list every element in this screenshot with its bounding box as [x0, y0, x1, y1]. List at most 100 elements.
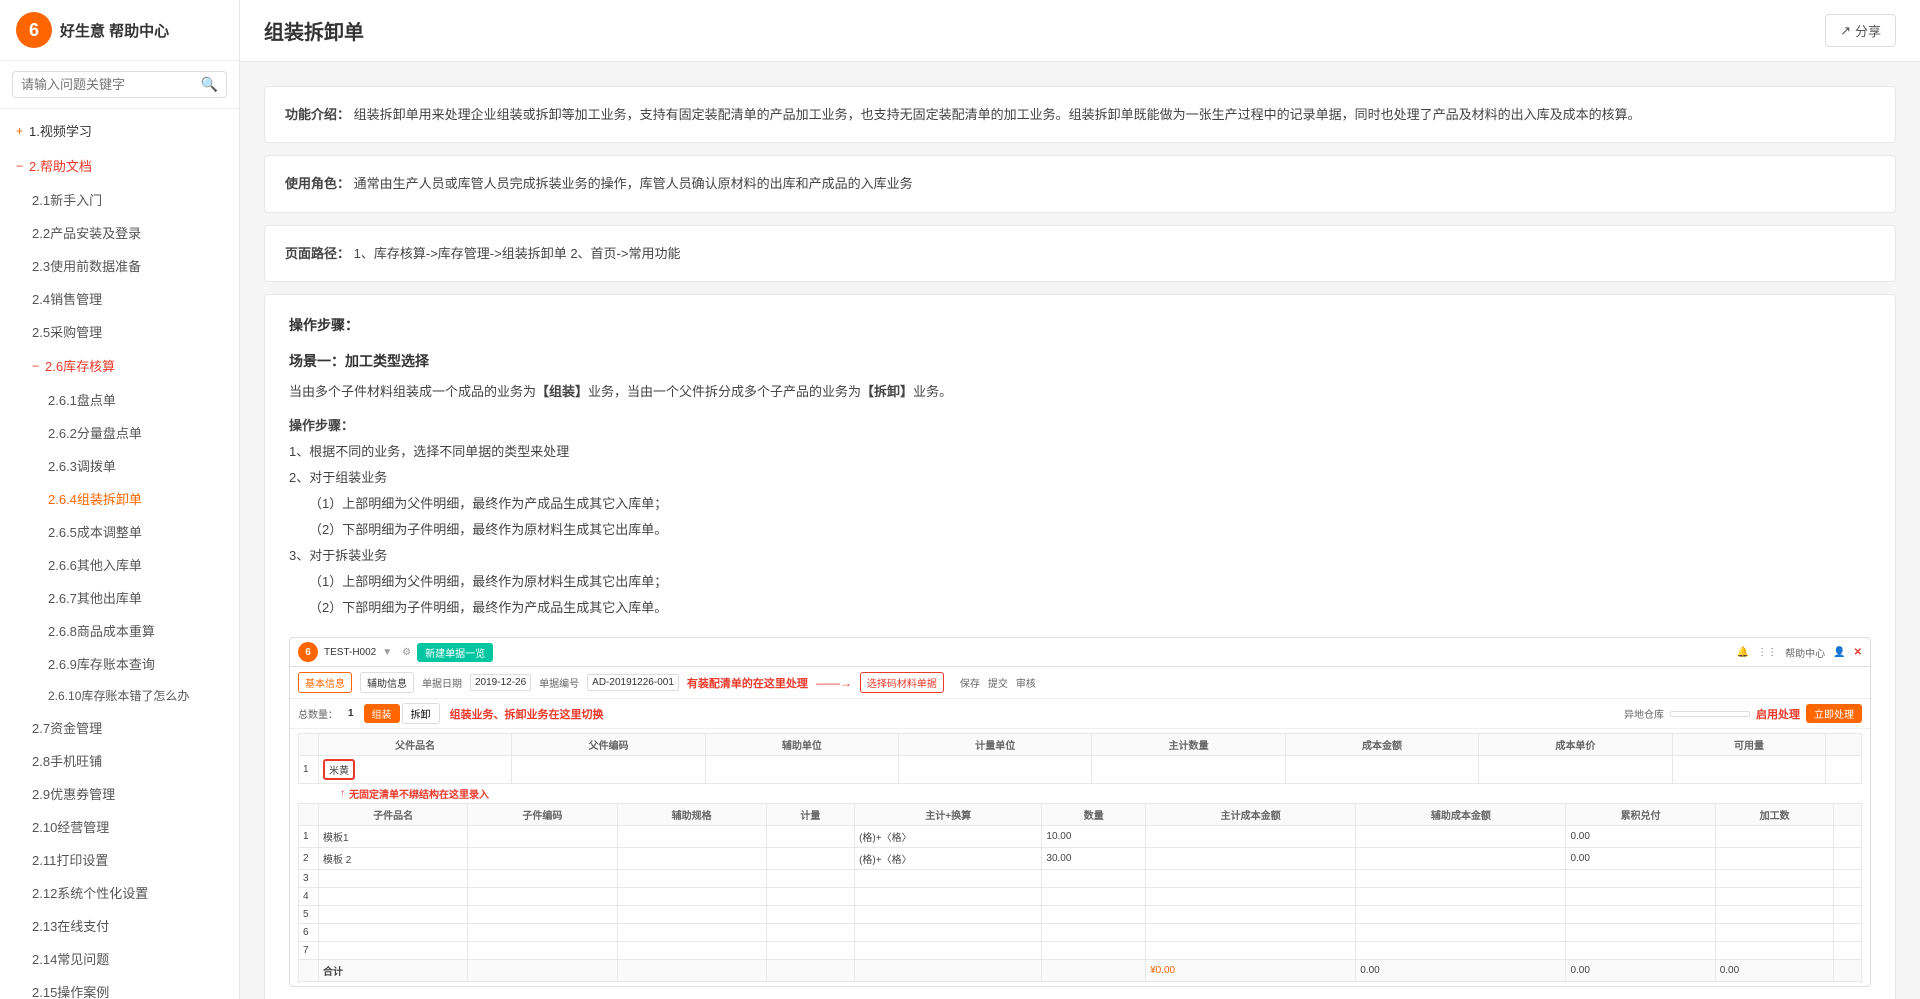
mock-approve-btn[interactable]: 审核	[1016, 675, 1036, 690]
sidebar-item-2-6-5[interactable]: 2.6.5成本调整单	[0, 515, 239, 548]
step3-2: （2）下部明细为子件明细，最终作为产成品生成其它入库单。	[289, 595, 1871, 621]
mock-sub-convert: 主计+换算	[855, 804, 1042, 826]
sidebar-item-2-5[interactable]: 2.5采购管理	[0, 315, 239, 348]
ops-steps-label: 操作步骤：	[289, 413, 1871, 439]
sidebar-item-2-13[interactable]: 2.13在线支付	[0, 909, 239, 942]
ann3-text: 组装业务、拆卸业务在这里切换	[450, 706, 604, 722]
mock-row-1: 1 米黄	[299, 756, 1862, 784]
search-icon: 🔍	[201, 76, 218, 93]
sidebar-item-2-6-10[interactable]: 2.6.10库存账本错了怎么办	[0, 680, 239, 711]
mock-type-row: 总数量： 1 组装 拆卸 组装业务、拆卸业务在这里切换 异地仓库	[290, 699, 1870, 729]
step2-2: （2）下部明细为子件明细，最终作为原材料生成其它出库单。	[289, 517, 1871, 543]
ops-label: 操作步骤：	[289, 315, 1871, 335]
mock-app: 6 TEST-H002 ▼ ⚙ 新建单据一览 🔔 ⋮⋮ 帮助中心 👤 ✕	[290, 638, 1870, 986]
mock-sub-row-3: 3	[299, 870, 1862, 888]
ann1-arrow: ——→	[816, 676, 852, 690]
path-label: 页面路径：	[285, 246, 350, 261]
sidebar-item-2-6-1[interactable]: 2.6.1盘点单	[0, 383, 239, 416]
mock-col-code: 父件编码	[512, 734, 705, 756]
mock-confirm-btn[interactable]: 立即处理	[1806, 704, 1862, 723]
mock-dropdown-icon: ▼	[382, 647, 392, 658]
sidebar-item-2-6[interactable]: − 2.6库存核算	[0, 348, 239, 383]
sidebar-item-2-4[interactable]: 2.4销售管理	[0, 282, 239, 315]
mock-apps-icon: ⋮⋮	[1757, 647, 1777, 658]
mock-sub-row-1: 1模板1(格)+〈格〉10.000.00	[299, 826, 1862, 848]
mock-tab-extra[interactable]: 辅助信息	[360, 672, 414, 693]
mock-date-val[interactable]: 2019-12-26	[470, 674, 531, 691]
mock-col-count: 计量单位	[899, 734, 1092, 756]
sidebar-item-2-1[interactable]: 2.1新手入门	[0, 183, 239, 216]
sidebar-item-2-2[interactable]: 2.2产品安装及登录	[0, 216, 239, 249]
mock-cell-costamt	[1285, 756, 1478, 784]
mock-count-val: 1	[348, 708, 354, 719]
mock-billno-label: 单据编号	[539, 675, 579, 690]
sidebar-item-2-6-3[interactable]: 2.6.3调拨单	[0, 449, 239, 482]
sidebar-item-2-6-9[interactable]: 2.6.9库存账本查询	[0, 647, 239, 680]
ann4-text: 启用处理	[1756, 706, 1800, 722]
mock-col-unit: 辅助单位	[705, 734, 898, 756]
mock-material-label: 异地仓库	[1624, 706, 1664, 721]
sidebar-item-2-6-4[interactable]: 2.6.4组装拆卸单	[0, 482, 239, 515]
sidebar-item-2-6-8[interactable]: 2.6.8商品成本重算	[0, 614, 239, 647]
mock-close-icon[interactable]: ✕	[1854, 647, 1862, 658]
mock-sub-maincost: 主计成本金额	[1146, 804, 1356, 826]
step1: 1、根据不同的业务，选择不同单据的类型来处理	[289, 439, 1871, 465]
mock-right-actions: 异地仓库 启用处理 立即处理	[1624, 704, 1862, 723]
path-block: 页面路径： 1、库存核算->库存管理->组装拆卸单 2、首页->常用功能	[264, 225, 1896, 282]
sidebar-item-2-14[interactable]: 2.14常见问题	[0, 942, 239, 975]
mock-save-btn[interactable]: 保存	[960, 675, 980, 690]
mock-col-name: 父件品名	[319, 734, 512, 756]
mock-settings-icon: ⚙	[402, 647, 411, 658]
mock-select-btn[interactable]: 选择码材料单据	[860, 672, 944, 693]
mock-col-ops	[1826, 734, 1862, 756]
ann5-text: 无固定清单不绑结构在这里录入	[349, 786, 489, 801]
sidebar-item-2-6-7[interactable]: 2.6.7其他出库单	[0, 581, 239, 614]
mock-tab-basic[interactable]: 基本信息	[298, 672, 352, 693]
sidebar-item-2-6-2[interactable]: 2.6.2分量盘点单	[0, 416, 239, 449]
sidebar-item-2-3[interactable]: 2.3使用前数据准备	[0, 249, 239, 282]
step3-1: （1）上部明细为父件明细，最终作为原材料生成其它出库单；	[289, 569, 1871, 595]
content-area: 功能介绍： 组装拆卸单用来处理企业组装或拆卸等加工业务，支持有固定装配清单的产品…	[240, 62, 1920, 999]
sidebar-item-2-10[interactable]: 2.10经营管理	[0, 810, 239, 843]
app-logo: 6	[16, 12, 52, 48]
mock-logo: 6	[298, 642, 318, 662]
mock-disassemble-btn[interactable]: 拆卸	[402, 703, 440, 724]
mock-submit-btn[interactable]: 提交	[988, 675, 1008, 690]
top-bar: 组装拆卸单 ↗ 分享	[240, 0, 1920, 62]
role-block: 使用角色： 通常由生产人员或库管人员完成拆装业务的操作，库管人员确认原材料的出库…	[264, 155, 1896, 212]
sidebar-item-video[interactable]: + 1.视频学习	[0, 113, 239, 148]
mock-sub-measure: 计量	[766, 804, 854, 826]
sidebar-item-2-8[interactable]: 2.8手机旺铺	[0, 744, 239, 777]
func-intro-label: 功能介绍：	[285, 107, 350, 122]
mock-lower-table: 子件品名 子件编码 辅助规格 计量 主计+换算 数量 主计成本金额 辅助成本金额…	[298, 803, 1862, 982]
share-label: 分享	[1855, 21, 1881, 40]
mock-col-price: 成本单价	[1479, 734, 1672, 756]
share-button[interactable]: ↗ 分享	[1825, 14, 1896, 47]
mock-cell-avail	[1672, 756, 1826, 784]
search-wrap[interactable]: 🔍	[12, 71, 227, 98]
sidebar-item-2-7[interactable]: 2.7资金管理	[0, 711, 239, 744]
search-box: 🔍	[0, 61, 239, 109]
mock-sub-row-5: 5	[299, 906, 1862, 924]
sidebar-item-2-12[interactable]: 2.12系统个性化设置	[0, 876, 239, 909]
mock-new-bill-btn[interactable]: 新建单据一览	[417, 643, 493, 662]
mock-sub-row-7: 7	[299, 942, 1862, 960]
sidebar-item-2-9[interactable]: 2.9优惠券管理	[0, 777, 239, 810]
mock-topbar: 6 TEST-H002 ▼ ⚙ 新建单据一览 🔔 ⋮⋮ 帮助中心 👤 ✕	[290, 638, 1870, 667]
mock-sub-accum: 累积兑付	[1566, 804, 1715, 826]
search-input[interactable]	[21, 77, 201, 92]
mock-cell-unit	[899, 756, 1092, 784]
nav-section: + 1.视频学习 − 2.帮助文档 2.1新手入门 2.2产品安装及登录 2.3…	[0, 109, 239, 999]
mock-footer-row: 合计¥0.000.000.000.00	[299, 960, 1862, 982]
mock-cell-name-input[interactable]: 米黄	[323, 759, 355, 780]
mock-billno-val[interactable]: AD-20191226-001	[587, 674, 679, 691]
sidebar-item-2-11[interactable]: 2.11打印设置	[0, 843, 239, 876]
mock-col-qty: 主计数量	[1092, 734, 1285, 756]
sidebar-item-docs[interactable]: − 2.帮助文档	[0, 148, 239, 183]
sidebar-item-2-15[interactable]: 2.15操作案例	[0, 975, 239, 999]
sidebar-item-2-6-6[interactable]: 2.6.6其他入库单	[0, 548, 239, 581]
mock-warehouse-input[interactable]	[1670, 711, 1750, 717]
step2: 2、对于组装业务	[289, 465, 1871, 491]
mock-user-icon: 👤	[1833, 647, 1845, 658]
mock-assemble-btn[interactable]: 组装	[364, 704, 400, 723]
